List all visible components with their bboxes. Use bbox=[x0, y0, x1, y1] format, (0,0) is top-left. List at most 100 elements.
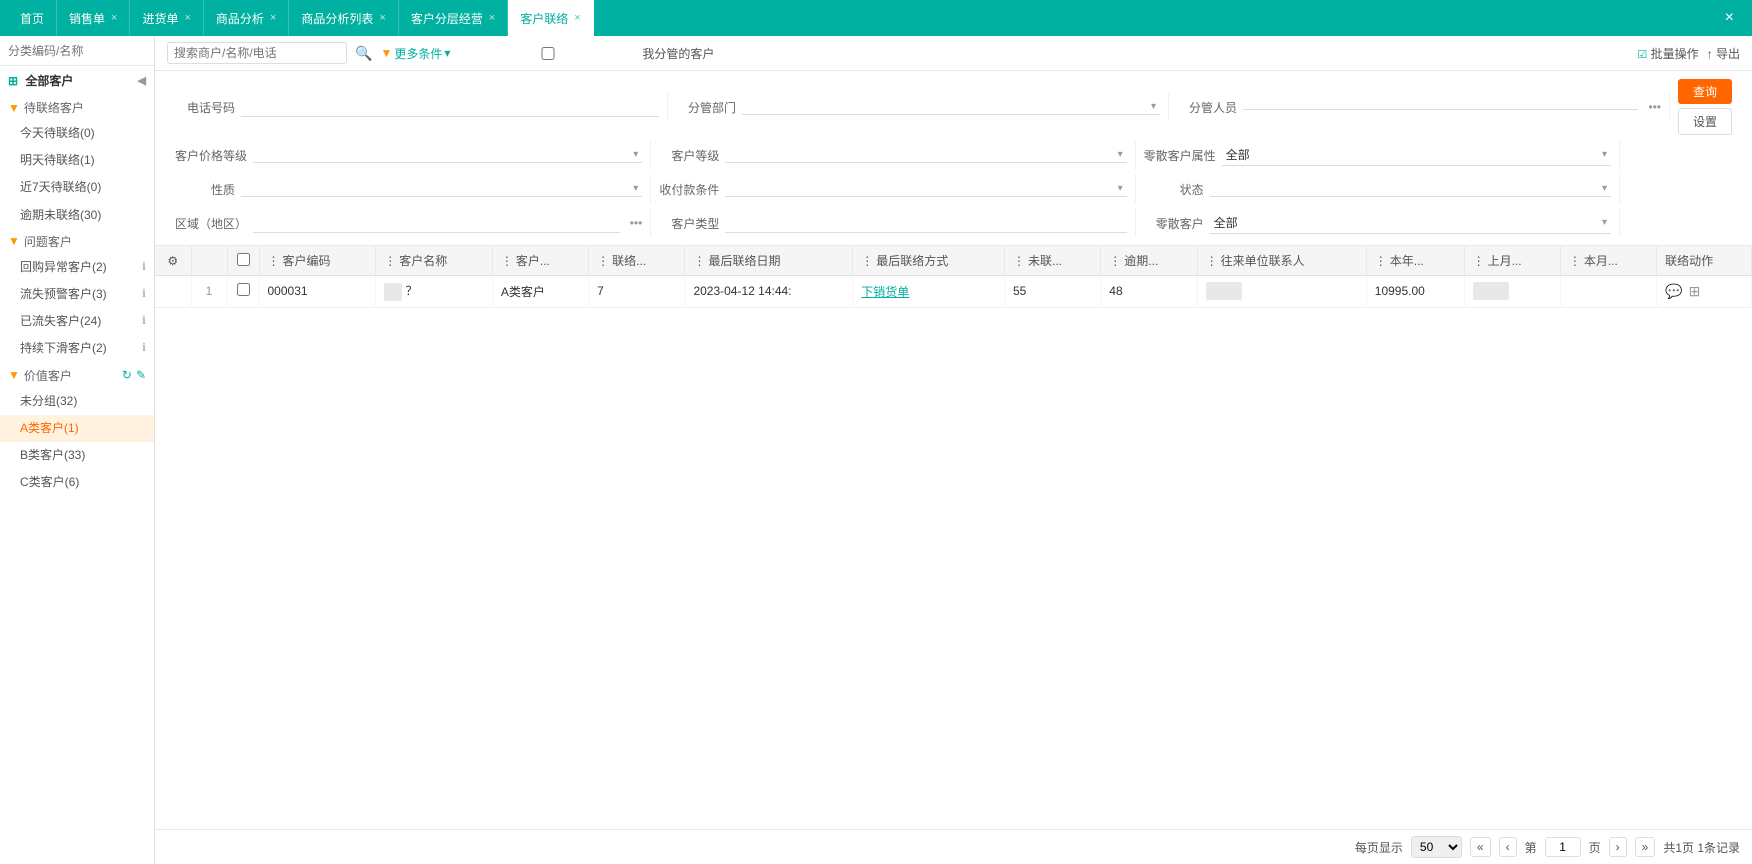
phone-input[interactable] bbox=[241, 98, 659, 117]
td-checkbox bbox=[227, 276, 259, 308]
prev-page-button[interactable]: ‹ bbox=[1499, 837, 1517, 857]
info-icon-lost-predict: ℹ bbox=[142, 286, 146, 304]
nature-arrow: ▾ bbox=[633, 183, 638, 194]
dept-select[interactable]: ▾ bbox=[742, 99, 1160, 115]
manager-dots-icon[interactable]: ••• bbox=[1648, 100, 1661, 114]
nav-customer-contact[interactable]: 客户联络 × bbox=[508, 0, 593, 36]
th-unit-contacts: ⋮ 往来单位联系人 bbox=[1197, 246, 1366, 276]
filter-bar-right: ☑ 批量操作 ↑ 导出 bbox=[1637, 45, 1740, 62]
nav-analysis[interactable]: 商品分析 × bbox=[204, 0, 289, 36]
row-checkbox[interactable] bbox=[237, 283, 250, 296]
sidebar-item-unclassified[interactable]: 未分组(32) bbox=[0, 388, 154, 415]
close-analysis-list-tab[interactable]: × bbox=[379, 12, 385, 24]
edit-value-icon[interactable]: ✎ bbox=[136, 368, 146, 382]
customer-type-input[interactable] bbox=[725, 214, 1126, 233]
customer-level-select[interactable]: ▾ bbox=[725, 147, 1126, 163]
batch-op-button[interactable]: ☑ 批量操作 bbox=[1637, 45, 1698, 62]
more-filter-button[interactable]: ▼ 更多条件 ▾ bbox=[380, 45, 450, 62]
more-filter-arrow: ▾ bbox=[444, 46, 450, 60]
sidebar-item-class-c[interactable]: C类客户(6) bbox=[0, 469, 154, 496]
status-arrow: ▾ bbox=[1602, 183, 1607, 194]
th-current-year: ⋮ 本年... bbox=[1366, 246, 1464, 276]
action-comment-icon[interactable]: 💬 bbox=[1665, 283, 1682, 300]
sidebar-item-class-a[interactable]: A类客户(1) bbox=[0, 415, 154, 442]
th-level: ⋮ 客户... bbox=[492, 246, 588, 276]
sidebar-item-class-b[interactable]: B类客户(33) bbox=[0, 442, 154, 469]
pagination-bar: 每页显示 50 100 200 « ‹ 第 页 › » 共1页 1条记录 bbox=[155, 829, 1752, 864]
td-last-month bbox=[1464, 276, 1560, 308]
first-page-button[interactable]: « bbox=[1470, 837, 1491, 857]
region-dots-icon[interactable]: ••• bbox=[630, 216, 643, 230]
region-input[interactable] bbox=[253, 214, 620, 233]
retail-arrow: ▾ bbox=[1602, 217, 1607, 228]
status-select[interactable]: ▾ bbox=[1210, 181, 1611, 197]
filter-payment: 收付款条件 ▾ bbox=[651, 175, 1135, 203]
sidebar-item-today[interactable]: 今天待联络(0) bbox=[0, 120, 154, 147]
next-page-button[interactable]: › bbox=[1609, 837, 1627, 857]
close-sales-tab[interactable]: × bbox=[111, 12, 117, 24]
price-level-select[interactable]: ▾ bbox=[253, 147, 642, 163]
sidebar-search-container: 🔍 bbox=[0, 36, 154, 66]
close-customer-segment-tab[interactable]: × bbox=[489, 12, 495, 24]
sidebar-item-repeat-abnormal[interactable]: 回购异常客户(2) ℹ bbox=[0, 254, 154, 281]
nav-sales[interactable]: 销售单 × bbox=[57, 0, 130, 36]
main-layout: 🔍 ⊞ 全部客户 ◀ ▼ 待联络客户 今天待联络(0) 明天待联络(1) 近7天… bbox=[0, 36, 1752, 864]
last-contact-method-link[interactable]: 下销货单 bbox=[861, 285, 909, 299]
th-this-month: ⋮ 本月... bbox=[1560, 246, 1656, 276]
filter-row-1: 电话号码 分管部门 ▾ 分管人员 ••• bbox=[167, 79, 1740, 135]
sidebar-collapse-icon[interactable]: ◀ bbox=[138, 74, 146, 87]
page-input[interactable] bbox=[1545, 837, 1581, 857]
th-last-contact-date: ⋮ 最后联络日期 bbox=[685, 246, 853, 276]
search-button[interactable]: 🔍 bbox=[355, 45, 372, 62]
retail-select[interactable]: 全部 ▾ bbox=[1210, 212, 1611, 234]
settings-button[interactable]: 设置 bbox=[1678, 108, 1732, 135]
nature-select[interactable]: ▾ bbox=[241, 181, 642, 197]
search-input[interactable] bbox=[167, 42, 347, 64]
close-analysis-tab[interactable]: × bbox=[270, 12, 276, 24]
table-row: 1 000031 ？ A类客户 7 2023-04-12 14:44: 下销货单… bbox=[155, 276, 1752, 308]
filter-retail-attr: 零散客户属性 全部 ▾ bbox=[1136, 141, 1620, 169]
sidebar-item-week[interactable]: 近7天待联络(0) bbox=[0, 174, 154, 201]
last-page-button[interactable]: » bbox=[1635, 837, 1656, 857]
nav-customer-segment[interactable]: 客户分层经营 × bbox=[399, 0, 508, 36]
sidebar-group-pending[interactable]: ▼ 待联络客户 bbox=[0, 95, 154, 120]
filter-status: 状态 ▾ bbox=[1136, 175, 1620, 203]
refresh-icon[interactable]: ↻ bbox=[122, 368, 132, 382]
sidebar-item-decline[interactable]: 持续下滑客户(2) ℹ bbox=[0, 335, 154, 362]
manager-input[interactable] bbox=[1243, 105, 1638, 110]
action-grid-icon[interactable]: ⊞ bbox=[1689, 283, 1701, 300]
table-header-row: ⚙ ⋮ 客户编码 bbox=[155, 246, 1752, 276]
sidebar-group-problem[interactable]: ▼ 问题客户 bbox=[0, 229, 154, 254]
th-last-month: ⋮ 上月... bbox=[1464, 246, 1560, 276]
my-customer-checkbox[interactable] bbox=[458, 47, 638, 60]
filter-dept: 分管部门 ▾ bbox=[668, 93, 1169, 121]
sidebar-search-input[interactable] bbox=[8, 44, 155, 58]
info-icon-decline: ℹ bbox=[142, 340, 146, 358]
sidebar: 🔍 ⊞ 全部客户 ◀ ▼ 待联络客户 今天待联络(0) 明天待联络(1) 近7天… bbox=[0, 36, 155, 864]
close-all-button[interactable]: × bbox=[1715, 9, 1744, 27]
nav-analysis-list[interactable]: 商品分析列表 × bbox=[289, 0, 398, 36]
close-purchase-tab[interactable]: × bbox=[184, 12, 190, 24]
sidebar-item-lost-predict[interactable]: 流失预警客户(3) ℹ bbox=[0, 281, 154, 308]
sidebar-item-tomorrow[interactable]: 明天待联络(1) bbox=[0, 147, 154, 174]
unit-contacts-placeholder bbox=[1206, 282, 1242, 300]
th-gear[interactable]: ⚙ bbox=[155, 246, 191, 276]
retail-attr-select[interactable]: 全部 ▾ bbox=[1222, 144, 1611, 166]
nav-home[interactable]: 首页 bbox=[8, 0, 57, 36]
export-button[interactable]: ↑ 导出 bbox=[1707, 45, 1740, 62]
info-icon-repeat: ℹ bbox=[142, 259, 146, 277]
search-action-button[interactable]: 查询 bbox=[1678, 79, 1732, 104]
td-index: 1 bbox=[191, 276, 227, 308]
sidebar-item-lost[interactable]: 已流失客户(24) ℹ bbox=[0, 308, 154, 335]
select-all-checkbox[interactable] bbox=[237, 253, 250, 266]
th-uncontacted: ⋮ 未联... bbox=[1005, 246, 1101, 276]
sidebar-all-customers[interactable]: ⊞ 全部客户 ◀ bbox=[0, 66, 154, 95]
sidebar-item-overdue-contact[interactable]: 逾期未联络(30) bbox=[0, 202, 154, 229]
sidebar-group-value[interactable]: ▼ 价值客户 ↻ ✎ bbox=[0, 363, 154, 388]
per-page-select[interactable]: 50 100 200 bbox=[1411, 836, 1462, 858]
payment-select[interactable]: ▾ bbox=[725, 181, 1126, 197]
close-customer-contact-tab[interactable]: × bbox=[574, 12, 580, 24]
nav-purchase[interactable]: 进货单 × bbox=[130, 0, 203, 36]
my-customer-checkbox-label[interactable]: 我分管的客户 bbox=[458, 45, 714, 62]
page-label: 第 bbox=[1525, 839, 1537, 856]
